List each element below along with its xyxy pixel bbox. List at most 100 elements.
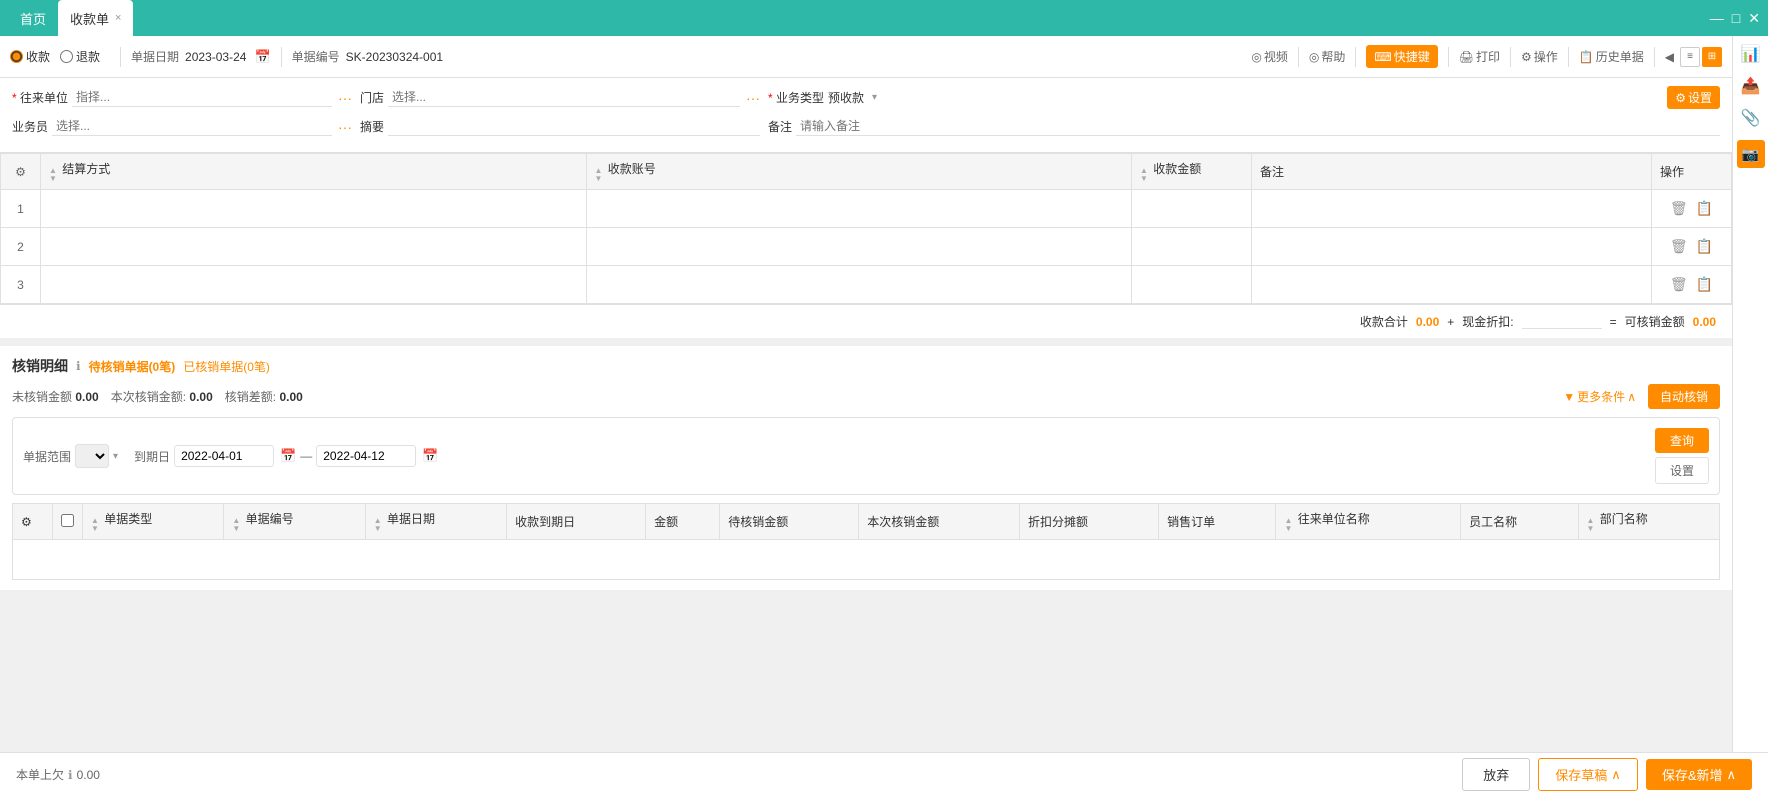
bottom-col-gear[interactable]: ⚙ xyxy=(13,504,53,540)
radio-tuikuan[interactable]: 退款 xyxy=(60,48,100,65)
row-3-delete-btn[interactable]: 🗑 xyxy=(1668,274,1690,295)
row-3-remark[interactable] xyxy=(1252,266,1652,304)
footer-amount: 0.00 xyxy=(77,768,100,782)
number-label: 单据编号 xyxy=(292,48,340,65)
remark-input[interactable] xyxy=(796,117,1720,136)
date-value: 2023-03-24 xyxy=(185,50,246,64)
shortcut-icon: ⌨ xyxy=(1374,50,1391,64)
uncleared-label: 未核销金额 0.00 xyxy=(12,388,99,405)
active-tab[interactable]: 收款单 × xyxy=(58,0,133,36)
hexiao-stats: 未核销金额 0.00 本次核销金额: 0.00 核销差额: 0.00 ▼ 更多条… xyxy=(12,384,1720,409)
active-tab-label: 收款单 xyxy=(70,9,109,28)
range-select[interactable] xyxy=(75,444,109,468)
row-2-account[interactable] xyxy=(586,228,1132,266)
salesman-field: 业务员 ··· xyxy=(12,117,352,136)
row-1-settle[interactable] xyxy=(41,190,587,228)
select-all-checkbox[interactable] xyxy=(61,514,74,527)
row-3-settle[interactable] xyxy=(41,266,587,304)
summary-input[interactable] xyxy=(388,117,760,136)
maximize-icon[interactable]: □ xyxy=(1732,10,1740,27)
video-link[interactable]: ◎ 视频 xyxy=(1251,48,1288,65)
row-1-delete-btn[interactable]: 🗑 xyxy=(1668,198,1690,219)
auto-hexiao-btn[interactable]: 自动核销 xyxy=(1648,384,1720,409)
layout-grid-icon[interactable]: ⊞ xyxy=(1702,47,1722,67)
print-link[interactable]: 🖨 打印 xyxy=(1459,48,1500,65)
pending-tab[interactable]: 待核销单据(0笔) xyxy=(89,358,176,375)
table-wrapper: ⚙ ▲▼ 结算方式 ▲▼ 收款账号 ▲▼ 收款金额 xyxy=(0,153,1732,304)
operation-link[interactable]: ⚙ 操作 xyxy=(1521,48,1558,65)
shop-more-icon[interactable]: ··· xyxy=(746,90,760,106)
row-2-copy-btn[interactable]: 📋 xyxy=(1694,236,1715,257)
row-2-amount[interactable] xyxy=(1132,228,1252,266)
diff-value: 0.00 xyxy=(279,390,302,404)
row-3-account[interactable] xyxy=(586,266,1132,304)
counterparty-input[interactable] xyxy=(72,88,332,107)
range-dropdown-icon[interactable]: ▾ xyxy=(113,451,118,462)
save-draft-btn[interactable]: 保存草稿 ∧ xyxy=(1538,758,1638,791)
query-setting-btn[interactable]: 设置 xyxy=(1655,457,1709,484)
row-2-delete-btn[interactable]: 🗑 xyxy=(1668,236,1690,257)
sidebar-export-icon[interactable]: 📤 xyxy=(1741,76,1761,96)
save-new-btn[interactable]: 保存&新增 ∧ xyxy=(1646,759,1752,790)
home-tab[interactable]: 首页 xyxy=(8,0,58,36)
radio-group: 收款 退款 xyxy=(10,48,100,65)
close-tab-icon[interactable]: × xyxy=(115,12,121,24)
abandon-btn[interactable]: 放弃 xyxy=(1462,758,1530,791)
radio-shoukuan[interactable]: 收款 xyxy=(10,48,50,65)
minimize-icon[interactable]: — xyxy=(1710,10,1724,27)
row-1-account[interactable] xyxy=(586,190,1132,228)
table-section: ⚙ ▲▼ 结算方式 ▲▼ 收款账号 ▲▼ 收款金额 xyxy=(0,153,1732,338)
toolbar-divider-3 xyxy=(1298,47,1299,67)
close-window-icon[interactable]: ✕ xyxy=(1748,10,1760,27)
toolbar-divider-4 xyxy=(1355,47,1356,67)
summary-field: 摘要 xyxy=(360,117,760,136)
hexiao-info-icon[interactable]: ℹ xyxy=(76,359,81,373)
row-1-copy-btn[interactable]: 📋 xyxy=(1694,198,1715,219)
sidebar-attach-icon[interactable]: 📎 xyxy=(1741,108,1761,128)
discount-input[interactable] xyxy=(1522,314,1602,329)
bottom-col-duedate: 收款到期日 xyxy=(507,504,646,540)
history-link[interactable]: 📋 历史单据 xyxy=(1579,48,1644,65)
shop-input[interactable] xyxy=(388,88,740,107)
date-calendar-icon[interactable]: 📅 xyxy=(254,49,270,65)
section-gap xyxy=(0,338,1732,346)
due-date-end-cal-icon[interactable]: 📅 xyxy=(422,448,438,464)
bottom-col-type: ▲▼ 单据类型 xyxy=(83,504,224,540)
row-1-remark[interactable] xyxy=(1252,190,1652,228)
sidebar-screenshot-icon[interactable]: 📷 xyxy=(1737,140,1765,168)
biz-type-dropdown-icon[interactable]: ▾ xyxy=(872,92,877,103)
due-date-end-input[interactable]: 2022-04-12 xyxy=(316,445,416,467)
help-link[interactable]: ◎ 帮助 xyxy=(1309,48,1346,65)
prev-arrow[interactable]: ◀ xyxy=(1665,50,1674,64)
row-3-copy-btn[interactable]: 📋 xyxy=(1694,274,1715,295)
col-gear[interactable]: ⚙ xyxy=(1,154,41,190)
bottom-table-empty-row xyxy=(13,540,1720,580)
setting-icon: ⚙ xyxy=(1675,91,1686,105)
hexiao-title: 核销明细 xyxy=(12,356,68,376)
bottom-col-check[interactable] xyxy=(53,504,83,540)
col-settle-method: ▲▼ 结算方式 xyxy=(41,154,587,190)
row-2-settle[interactable] xyxy=(41,228,587,266)
due-date-start-cal-icon[interactable]: 📅 xyxy=(280,448,296,464)
layout-list-icon[interactable]: ≡ xyxy=(1680,47,1700,67)
footer-info-icon[interactable]: ℹ xyxy=(68,768,73,782)
row-2-remark[interactable] xyxy=(1252,228,1652,266)
salesman-more-icon[interactable]: ··· xyxy=(338,119,352,135)
completed-tab[interactable]: 已核销单据(0笔) xyxy=(183,358,270,375)
shortcut-btn[interactable]: ⌨ 快捷键 xyxy=(1366,45,1437,68)
range-label: 单据范围 xyxy=(23,448,71,465)
salesman-input[interactable] xyxy=(52,117,332,136)
row-1-amount[interactable] xyxy=(1132,190,1252,228)
remark-field: 备注 xyxy=(768,117,1720,136)
sidebar-table-icon[interactable]: 📊 xyxy=(1741,44,1761,64)
setting-btn-form[interactable]: ⚙ 设置 xyxy=(1667,86,1720,109)
due-date-start-input[interactable]: 2022-04-01 xyxy=(174,445,274,467)
biz-type-value: 预收款 xyxy=(828,89,864,106)
summary-label: 摘要 xyxy=(360,118,384,135)
more-conditions-btn[interactable]: ▼ 更多条件 ∧ xyxy=(1563,388,1636,405)
counterparty-more-icon[interactable]: ··· xyxy=(338,90,352,106)
save-draft-chevron: ∧ xyxy=(1611,767,1621,783)
query-btn[interactable]: 查询 xyxy=(1655,428,1709,453)
row-3-amount[interactable] xyxy=(1132,266,1252,304)
filter-icon: ▼ xyxy=(1563,390,1575,404)
